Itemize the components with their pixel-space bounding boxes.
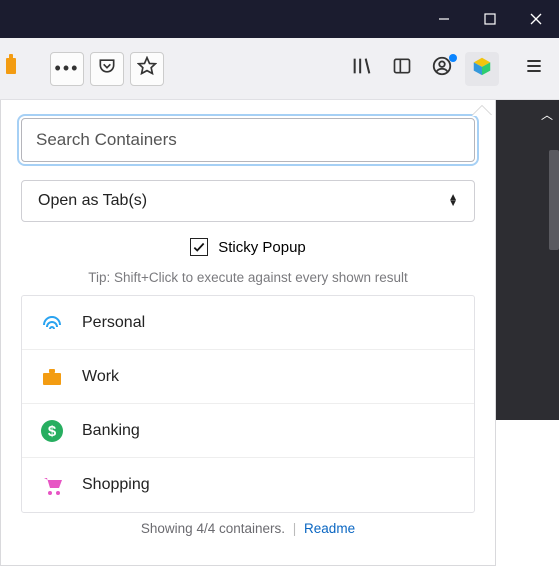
dollar-icon: $ [40, 419, 64, 443]
search-input[interactable] [21, 118, 475, 162]
footer-status: Showing 4/4 containers. [141, 521, 285, 536]
app-menu-button[interactable] [517, 52, 551, 86]
open-mode-label: Open as Tab(s) [38, 192, 147, 210]
window-titlebar [0, 0, 559, 38]
popup-footer: Showing 4/4 containers. | Readme [21, 521, 475, 542]
tip-text: Tip: Shift+Click to execute against ever… [21, 270, 475, 285]
fingerprint-icon [40, 311, 64, 335]
container-item-banking[interactable]: $ Banking [22, 404, 474, 458]
container-label: Personal [82, 314, 145, 332]
minimize-button[interactable] [421, 0, 467, 38]
sticky-popup-checkbox[interactable] [190, 238, 208, 256]
chevron-up-icon[interactable]: ︿ [541, 106, 553, 123]
pocket-button[interactable] [90, 52, 124, 86]
more-actions-button[interactable]: ••• [50, 52, 84, 86]
bookmark-button[interactable] [130, 52, 164, 86]
library-icon [351, 55, 373, 82]
library-button[interactable] [345, 52, 379, 86]
svg-text:$: $ [48, 423, 57, 440]
browser-toolbar: ••• [0, 38, 559, 100]
star-icon [137, 56, 157, 81]
account-button[interactable] [425, 52, 459, 86]
scrollbar-thumb[interactable] [549, 150, 559, 250]
open-mode-select[interactable]: Open as Tab(s) ▲▼ [21, 180, 475, 222]
page-dark-panel: ︿ [496, 100, 559, 420]
container-item-personal[interactable]: Personal [22, 296, 474, 350]
cart-icon [40, 473, 64, 497]
briefcase-icon [40, 365, 64, 389]
hamburger-icon [524, 56, 544, 81]
sidebar-button[interactable] [385, 52, 419, 86]
select-chevrons-icon: ▲▼ [448, 195, 458, 207]
sidebar-icon [392, 56, 412, 81]
containers-extension-button[interactable] [465, 52, 499, 86]
containers-popup: Open as Tab(s) ▲▼ Sticky Popup Tip: Shif… [0, 100, 496, 566]
container-label: Shopping [82, 476, 150, 494]
sticky-popup-label: Sticky Popup [218, 239, 306, 256]
ellipsis-icon: ••• [55, 58, 80, 79]
container-item-shopping[interactable]: Shopping [22, 458, 474, 512]
cube-icon [471, 55, 493, 82]
container-label: Work [82, 368, 119, 386]
pocket-icon [97, 56, 117, 81]
readme-link[interactable]: Readme [304, 521, 355, 536]
container-label: Banking [82, 422, 140, 440]
notification-dot-icon [449, 54, 457, 62]
container-list: Personal Work $ Banking Shopping [21, 295, 475, 513]
container-item-work[interactable]: Work [22, 350, 474, 404]
separator: | [293, 521, 297, 536]
popup-arrow-icon [472, 106, 492, 116]
close-button[interactable] [513, 0, 559, 38]
container-indicator-icon [6, 54, 24, 83]
page-sidebar-area: ︿ [496, 100, 559, 566]
maximize-button[interactable] [467, 0, 513, 38]
